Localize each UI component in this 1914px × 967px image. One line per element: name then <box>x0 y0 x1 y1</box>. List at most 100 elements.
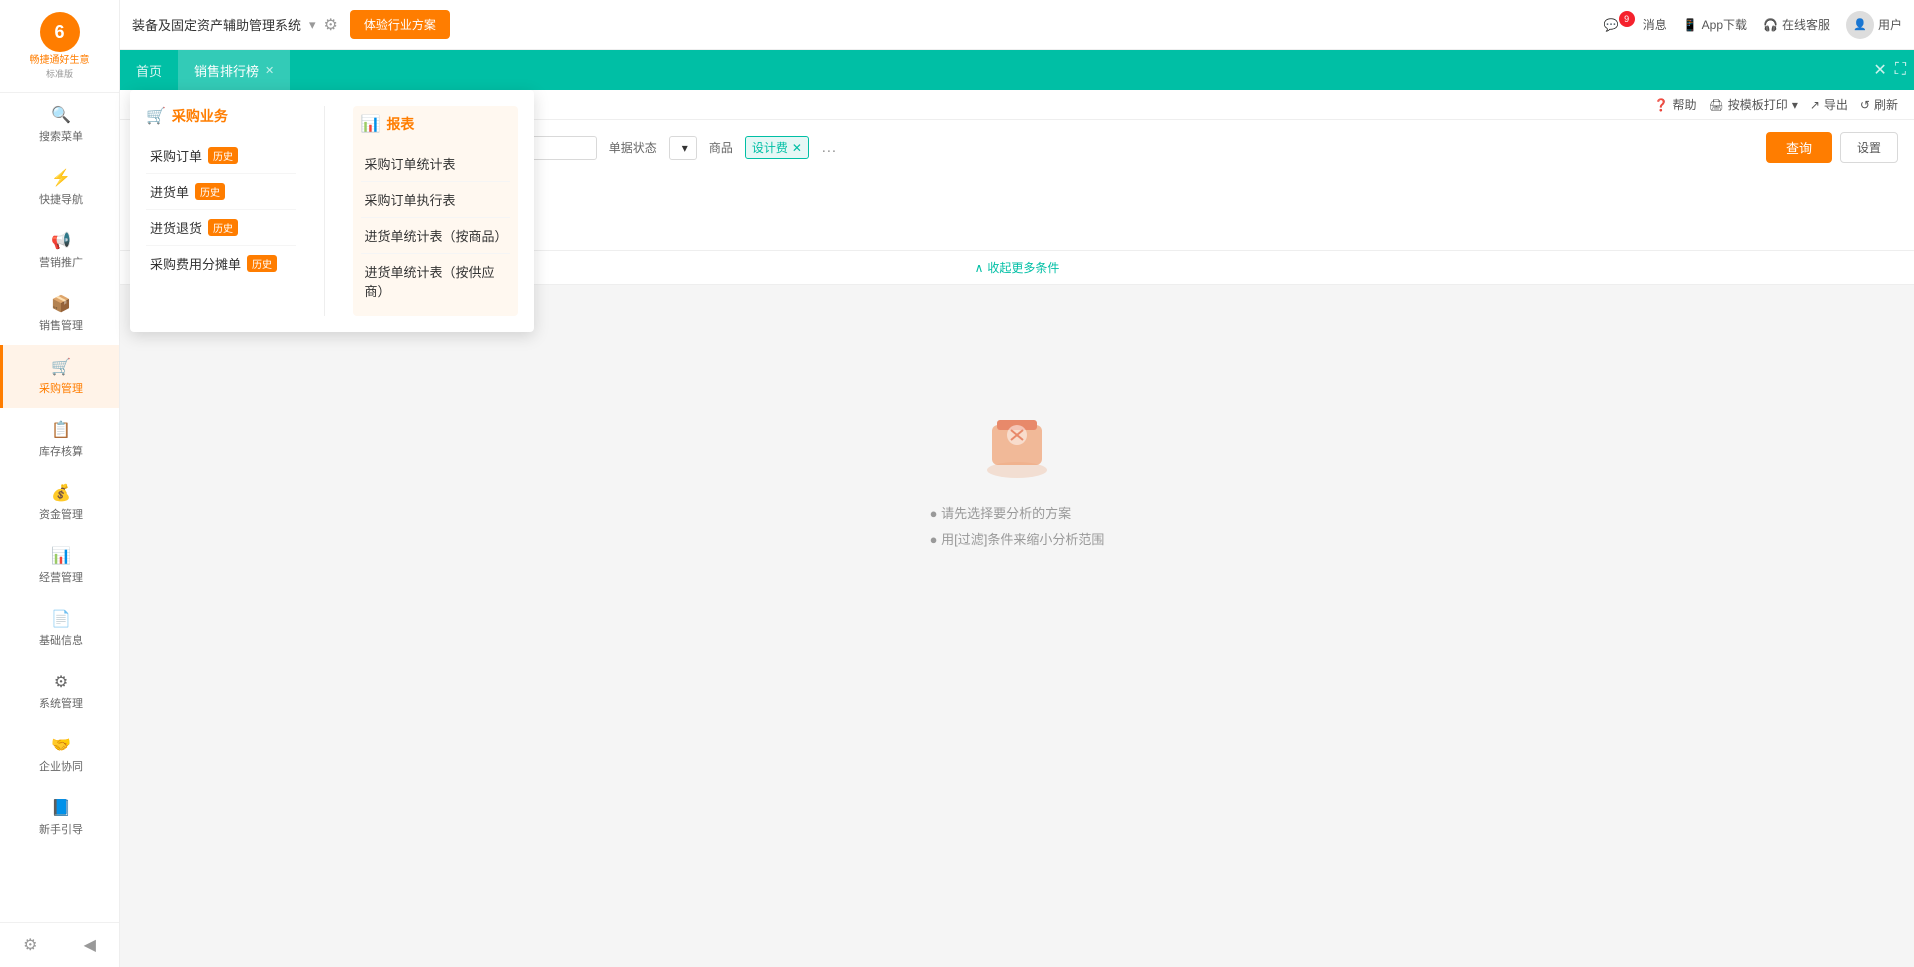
stock-in-stats-goods-label: 进货单统计表（按商品） <box>365 226 507 245</box>
topbar: 装备及固定资产辅助管理系统 ▾ ⚙ 体验行业方案 💬 9 消息 📱 App下载 … <box>120 0 1914 50</box>
voucher-status-label: 单据状态 <box>609 139 657 156</box>
app-download-btn[interactable]: 📱 App下载 <box>1683 16 1747 33</box>
purchase-dropdown-menu: 🛒 采购业务 采购订单 历史 进货单 历史 进货退货 历史 采购费用分摊单 历史 <box>130 90 534 332</box>
handshake-icon: 🤝 <box>51 735 71 755</box>
export-btn[interactable]: ↗ 导出 <box>1810 96 1848 113</box>
sidebar-item-label: 新手引导 <box>39 821 83 837</box>
tab-close-icon[interactable]: ✕ <box>265 64 274 77</box>
sidebar-item-purchase[interactable]: 🛒 采购管理 <box>0 345 119 408</box>
clipboard-icon: 📋 <box>51 420 71 440</box>
purchase-stock-in-item[interactable]: 进货单 历史 <box>146 174 296 210</box>
sidebar-collapse-btn[interactable]: ◀ <box>84 935 96 955</box>
empty-hint-2-text: ● 用[过滤]条件来缩小分析范围 <box>930 527 1105 553</box>
sidebar-item-marketing[interactable]: 📢 营销推广 <box>0 219 119 282</box>
collapse-up-icon: ∧ <box>975 261 984 275</box>
tab-expand-btn[interactable]: ⛶ <box>1895 61 1906 79</box>
lightning-icon: ⚡ <box>51 168 71 188</box>
query-button[interactable]: 查询 <box>1766 132 1832 163</box>
help-label: 帮助 <box>1673 96 1697 113</box>
sidebar-item-enterprise[interactable]: 🤝 企业协同 <box>0 723 119 786</box>
topbar-right: 💬 9 消息 📱 App下载 🎧 在线客服 👤 用户 <box>1604 11 1902 39</box>
purchase-order-stats-item[interactable]: 采购订单统计表 <box>361 146 511 182</box>
purchase-stock-in-label: 进货单 <box>150 182 189 201</box>
tab-sales-rank[interactable]: 销售排行榜 ✕ <box>178 50 290 90</box>
dropdown-columns: 🛒 采购业务 采购订单 历史 进货单 历史 进货退货 历史 采购费用分摊单 历史 <box>146 106 518 316</box>
sidebar-item-newbie[interactable]: 📘 新手引导 <box>0 786 119 849</box>
tabbar: 首页 销售排行榜 ✕ ✕ ⛶ <box>120 50 1914 90</box>
sidebar-item-sales[interactable]: 📦 销售管理 <box>0 282 119 345</box>
export-label: 导出 <box>1824 96 1848 113</box>
title-dropdown-arrow[interactable]: ▾ <box>309 17 316 33</box>
collapse-label: 收起更多条件 <box>987 259 1059 276</box>
print-dropdown-icon: ▾ <box>1792 98 1798 112</box>
tab-home[interactable]: 首页 <box>120 50 178 90</box>
report-section-title: 报表 <box>386 114 414 134</box>
empty-state: ● 请先选择要分析的方案 ● 用[过滤]条件来缩小分析范围 <box>120 305 1914 633</box>
purchase-section-header: 🛒 采购业务 <box>146 106 296 126</box>
sidebar-item-system[interactable]: ⚙ 系统管理 <box>0 660 119 723</box>
purchase-order-history-badge: 历史 <box>208 147 238 164</box>
sidebar-settings-btn[interactable]: ⚙ <box>23 935 37 955</box>
return-history-badge: 历史 <box>208 219 238 236</box>
megaphone-icon: 📢 <box>51 231 71 251</box>
empty-hint-1: ● 请先选择要分析的方案 ● 用[过滤]条件来缩小分析范围 <box>930 501 1105 553</box>
logo-icon: 6 <box>40 12 80 52</box>
collapse-button[interactable]: ∧ 收起更多条件 <box>975 259 1060 276</box>
sidebar-item-label: 搜索菜单 <box>39 128 83 144</box>
sidebar-item-basic-info[interactable]: 📄 基础信息 <box>0 597 119 660</box>
phone-icon: 📱 <box>1683 18 1698 32</box>
export-icon: ↗ <box>1810 98 1820 112</box>
purchase-order-exec-item[interactable]: 采购订单执行表 <box>361 182 511 218</box>
sidebar-item-label: 销售管理 <box>39 317 83 333</box>
sidebar-item-quick-nav[interactable]: ⚡ 快捷导航 <box>0 156 119 219</box>
hint-circle-1: ● <box>930 506 938 521</box>
logo-text: 畅捷通好生意 <box>30 54 90 67</box>
tab-home-label: 首页 <box>136 61 162 80</box>
user-area[interactable]: 👤 用户 <box>1846 11 1902 39</box>
report-section-header: 📊 报表 <box>361 114 511 134</box>
template-print-btn[interactable]: 🖨 按模板打印 ▾ <box>1709 96 1798 113</box>
empty-icon <box>967 385 1067 485</box>
sidebar-footer: ⚙ ◀ <box>0 922 119 967</box>
topbar-gear-icon[interactable]: ⚙ <box>324 15 338 35</box>
refresh-btn[interactable]: ↺ 刷新 <box>1860 96 1898 113</box>
report-col: 📊 报表 采购订单统计表 采购订单执行表 进货单统计表（按商品） 进货单统计表（… <box>353 106 519 316</box>
refresh-icon: ↺ <box>1860 98 1870 112</box>
purchase-expense-item[interactable]: 采购费用分摊单 历史 <box>146 246 296 281</box>
voucher-status-select[interactable]: ▾ <box>669 136 697 160</box>
search-icon: 🔍 <box>51 105 71 125</box>
solution-button[interactable]: 体验行业方案 <box>350 10 450 39</box>
tab-close-all-btn[interactable]: ✕ <box>1873 60 1886 80</box>
dropdown-column-divider <box>324 106 325 316</box>
tab-sales-rank-label: 销售排行榜 <box>194 61 259 80</box>
expense-history-badge: 历史 <box>247 255 277 272</box>
hint-2-label: 用[过滤]条件来缩小分析范围 <box>941 532 1104 547</box>
template-print-label: 按模板打印 <box>1728 96 1788 113</box>
sidebar-item-finance[interactable]: 💰 资金管理 <box>0 471 119 534</box>
user-avatar: 👤 <box>1846 11 1874 39</box>
purchase-section-title: 采购业务 <box>172 106 228 126</box>
sidebar-item-label: 系统管理 <box>39 695 83 711</box>
message-btn[interactable]: 💬 9 消息 <box>1604 16 1667 33</box>
stock-in-stats-supplier-item[interactable]: 进货单统计表（按供应商） <box>361 254 511 308</box>
purchase-return-item[interactable]: 进货退货 历史 <box>146 210 296 246</box>
sidebar-item-label: 采购管理 <box>39 380 83 396</box>
stock-in-stats-goods-item[interactable]: 进货单统计表（按商品） <box>361 218 511 254</box>
goods-tag[interactable]: 设计费 ✕ <box>745 136 809 159</box>
refresh-label: 刷新 <box>1874 96 1898 113</box>
help-btn[interactable]: ❓ 帮助 <box>1654 96 1697 113</box>
settings-button[interactable]: 设置 <box>1840 132 1898 163</box>
sidebar-item-label: 企业协同 <box>39 758 83 774</box>
headset-icon: 🎧 <box>1763 18 1778 32</box>
purchase-order-item[interactable]: 采购订单 历史 <box>146 138 296 174</box>
chart-icon: 📊 <box>51 546 71 566</box>
goods-more-dots[interactable]: … <box>821 139 837 157</box>
online-service-btn[interactable]: 🎧 在线客服 <box>1763 16 1830 33</box>
logo-badge: 标准版 <box>46 67 73 80</box>
sidebar-item-operations[interactable]: 📊 经营管理 <box>0 534 119 597</box>
sidebar-item-inventory[interactable]: 📋 库存核算 <box>0 408 119 471</box>
goods-tag-close-icon[interactable]: ✕ <box>792 141 802 155</box>
app-download-label: App下载 <box>1702 16 1747 33</box>
sidebar-item-search[interactable]: 🔍 搜索菜单 <box>0 93 119 156</box>
message-badge: 9 <box>1619 11 1635 27</box>
